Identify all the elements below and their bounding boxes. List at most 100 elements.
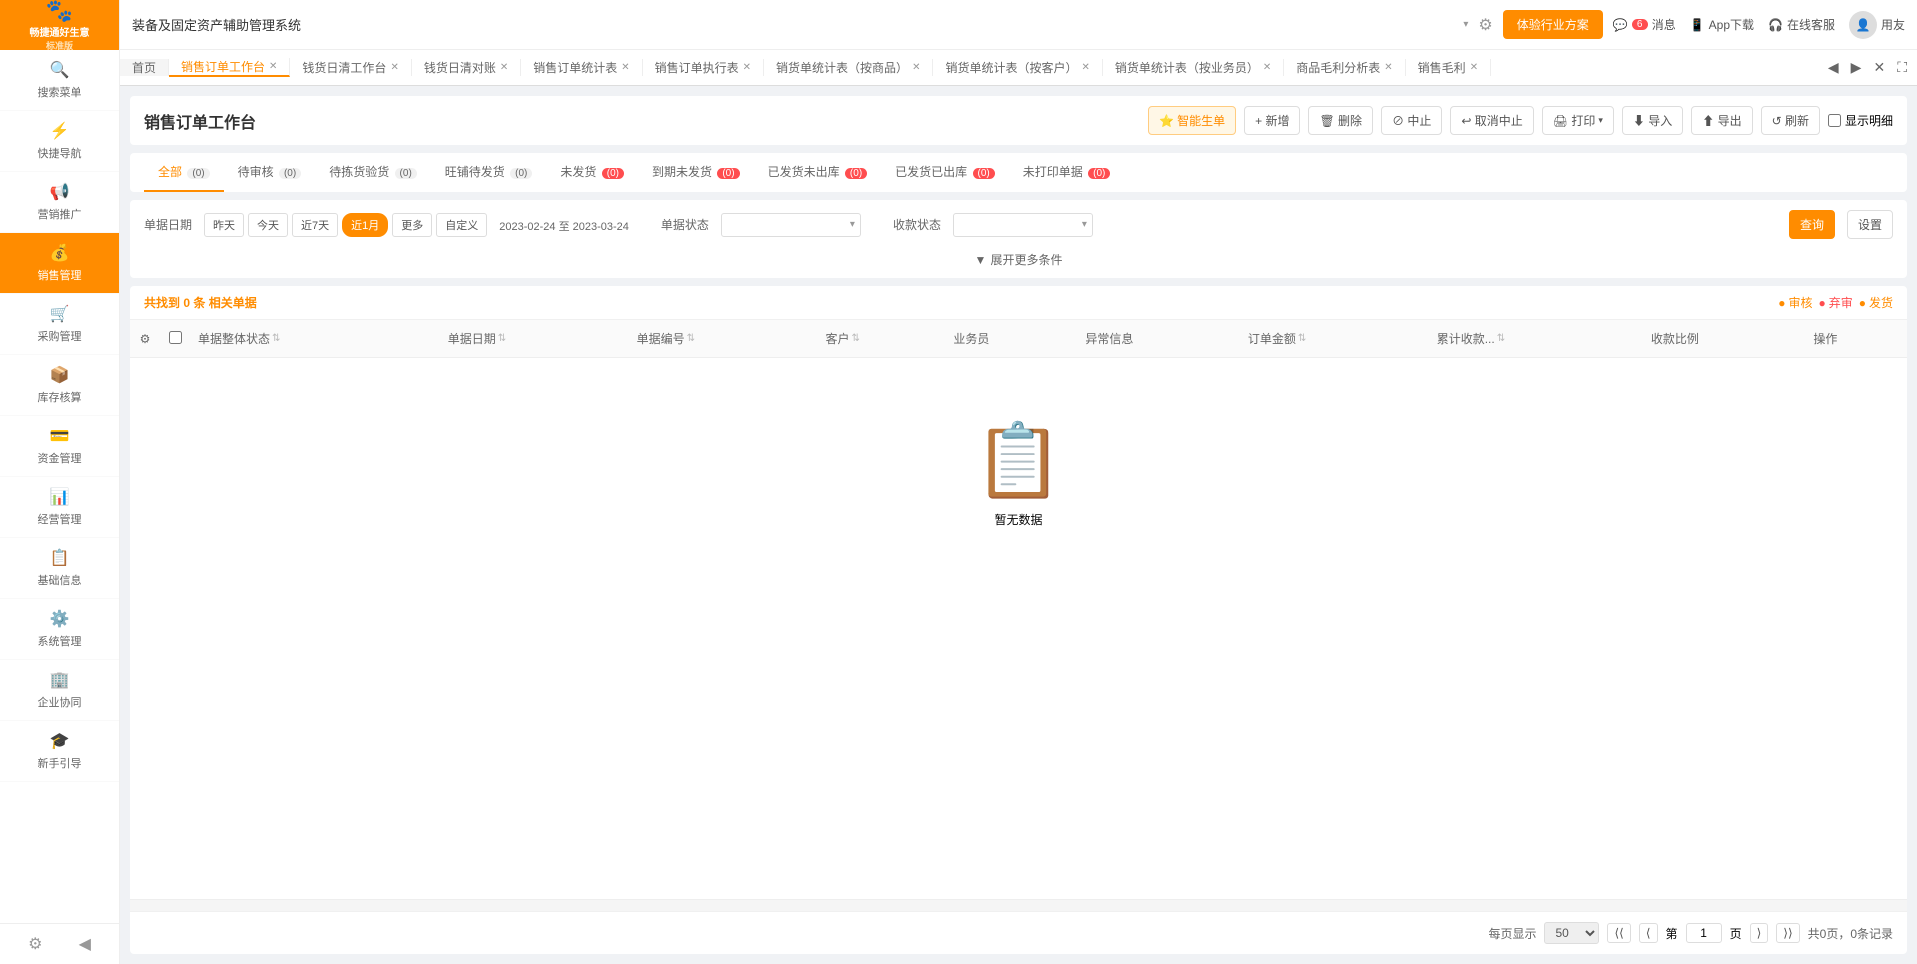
page-of-label: 页 (1730, 925, 1742, 942)
date-btn-自定义[interactable]: 自定义 (436, 213, 487, 237)
import-btn[interactable]: ⬇ 导入 (1622, 106, 1683, 135)
filter-tab-not-printed[interactable]: 未打印单据 (0) (1009, 153, 1125, 192)
user-btn[interactable]: 👤 用友 (1849, 11, 1905, 39)
system-title-dropdown[interactable]: ▾ (1463, 19, 1468, 30)
tab-home[interactable]: 首页 (120, 59, 169, 76)
status-select[interactable] (721, 213, 861, 237)
filter-tab-not-shipped[interactable]: 未发货 (0) (546, 153, 638, 192)
show-detail-label[interactable]: 显示明细 (1828, 112, 1893, 129)
approve-action-btn[interactable]: ● 审核 (1778, 294, 1812, 311)
date-btn-近1月[interactable]: 近1月 (342, 213, 388, 237)
page-prev-btn[interactable]: ⟨ (1639, 923, 1658, 943)
tab-close-sales-gross[interactable]: ✕ (1470, 62, 1478, 73)
tab-sales-gross[interactable]: 销售毛利✕ (1406, 59, 1491, 76)
settings-icon[interactable]: ⚙ (28, 934, 42, 954)
refresh-btn[interactable]: ↺ 刷新 (1761, 106, 1820, 135)
tab-close-sales-workbench[interactable]: ✕ (269, 61, 277, 72)
sidebar-item-sales[interactable]: 💰 销售管理 (0, 233, 119, 294)
filter-tab-pending[interactable]: 待审核 (0) (224, 153, 316, 192)
ship-action-btn[interactable]: ● 发货 (1859, 294, 1893, 311)
query-btn[interactable]: 查询 (1789, 210, 1835, 239)
th-collected-sort-icon[interactable]: ⇅ (1497, 333, 1505, 344)
date-btn-今天[interactable]: 今天 (248, 213, 288, 237)
tab-close-sales-stat-product[interactable]: ✕ (912, 62, 920, 73)
page-last-btn[interactable]: ⟩⟩ (1776, 923, 1799, 943)
tab-sales-stat-customer[interactable]: 销货单统计表（按客户）✕ (933, 59, 1102, 76)
settings-gear-icon[interactable]: ⚙ (1478, 15, 1492, 35)
print-btn[interactable]: 🖨 打印 ▾ (1542, 106, 1614, 135)
tab-close-sales-exec[interactable]: ✕ (743, 62, 751, 73)
page-next-btn[interactable]: ⟩ (1750, 923, 1769, 943)
filter-tab-label-expired-not-ship: 到期未发货 (652, 165, 712, 179)
tab-close-sales-stat-customer[interactable]: ✕ (1081, 62, 1089, 73)
filter-tab-label-pending: 待审核 (238, 165, 274, 179)
sidebar-item-newbie[interactable]: 🎓 新手引导 (0, 721, 119, 782)
message-btn[interactable]: 💬 6 消息 (1613, 16, 1676, 33)
gear-col-icon[interactable]: ⚙ (140, 332, 151, 346)
tab-cash-reconcile[interactable]: 钱货日清对账✕ (412, 59, 521, 76)
tab-close-sales-stat[interactable]: ✕ (621, 62, 629, 73)
tab-expand-btn[interactable]: ⛶ (1893, 57, 1911, 78)
sidebar-item-basic-info[interactable]: 📋 基础信息 (0, 538, 119, 599)
th-customer-sort-icon[interactable]: ⇅ (851, 333, 859, 344)
tab-product-margin[interactable]: 商品毛利分析表✕ (1284, 59, 1405, 76)
sidebar-item-operations[interactable]: 📊 经营管理 (0, 477, 119, 538)
filter-tab-shipped-out[interactable]: 已发货已出库 (0) (881, 153, 1009, 192)
sidebar-item-purchase[interactable]: 🛒 采购管理 (0, 294, 119, 355)
sidebar-item-system[interactable]: ⚙️ 系统管理 (0, 599, 119, 660)
cancel-approve-action-btn[interactable]: ● 弃审 (1818, 294, 1852, 311)
tab-sales-workbench[interactable]: 销售订单工作台✕ (169, 58, 290, 77)
industry-btn[interactable]: 体验行业方案 (1503, 10, 1603, 39)
filter-tab-expired-not-ship[interactable]: 到期未发货 (0) (638, 153, 754, 192)
settings-filter-btn[interactable]: 设置 (1847, 210, 1893, 239)
page-number-input[interactable] (1686, 923, 1722, 943)
th-status-sort-icon[interactable]: ⇅ (272, 333, 280, 344)
th-amount-sort-icon[interactable]: ⇅ (1298, 333, 1306, 344)
payment-select[interactable] (953, 213, 1093, 237)
sidebar-item-search[interactable]: 🔍 搜索菜单 (0, 50, 119, 111)
app-download-btn[interactable]: 📱 App下载 (1690, 16, 1754, 33)
online-service-btn[interactable]: 🎧 在线客服 (1768, 16, 1835, 33)
tab-close-all-btn[interactable]: ✕ (1869, 57, 1889, 78)
tab-close-sales-stat-staff[interactable]: ✕ (1263, 62, 1271, 73)
sidebar-item-inventory[interactable]: 📦 库存核算 (0, 355, 119, 416)
sidebar-item-finance[interactable]: 💳 资金管理 (0, 416, 119, 477)
filter-tab-shipped-not-out[interactable]: 已发货未出库 (0) (754, 153, 882, 192)
date-btn-近7天[interactable]: 近7天 (292, 213, 338, 237)
tab-next-btn[interactable]: ▶ (1847, 57, 1866, 78)
tab-sales-stat-product[interactable]: 销货单统计表（按商品）✕ (764, 59, 933, 76)
sidebar-item-marketing[interactable]: 📢 营销推广 (0, 172, 119, 233)
filter-tab-pending-inspect[interactable]: 待拣货验货 (0) (315, 153, 431, 192)
filter-tab-all[interactable]: 全部 (0) (144, 153, 224, 192)
tab-prev-btn[interactable]: ◀ (1824, 57, 1843, 78)
date-btn-更多[interactable]: 更多 (392, 213, 432, 237)
tab-cash-daily[interactable]: 钱货日清工作台✕ (290, 59, 411, 76)
tab-close-product-margin[interactable]: ✕ (1384, 62, 1392, 73)
tab-close-cash-reconcile[interactable]: ✕ (500, 62, 508, 73)
sidebar-item-enterprise[interactable]: 🏢 企业协同 (0, 660, 119, 721)
th-number-sort-icon[interactable]: ⇅ (687, 333, 695, 344)
date-btn-昨天[interactable]: 昨天 (204, 213, 244, 237)
tab-close-cash-daily[interactable]: ✕ (390, 62, 398, 73)
th-date-sort-icon[interactable]: ⇅ (498, 333, 506, 344)
tab-sales-exec[interactable]: 销售订单执行表✕ (643, 59, 764, 76)
page-size-select[interactable]: 50 20 100 (1544, 922, 1599, 944)
expand-btn[interactable]: ▼ 展开更多条件 (975, 251, 1063, 268)
smart-create-btn[interactable]: ⭐ 智能生单 (1148, 106, 1236, 135)
select-all-checkbox[interactable] (169, 331, 182, 344)
sidebar-item-quick-nav[interactable]: ⚡ 快捷导航 (0, 111, 119, 172)
filter-tab-wangpu-ship[interactable]: 旺铺待发货 (0) (431, 153, 547, 192)
topbar-right: 💬 6 消息 📱 App下载 🎧 在线客服 👤 用友 (1613, 11, 1905, 39)
show-detail-checkbox[interactable] (1828, 114, 1841, 127)
page-first-btn[interactable]: ⟨⟨ (1607, 923, 1630, 943)
collapse-icon[interactable]: ◀ (79, 934, 91, 954)
tab-sales-stat[interactable]: 销售订单统计表✕ (521, 59, 642, 76)
suspend-btn[interactable]: ⊘ 中止 (1381, 106, 1442, 135)
tab-sales-stat-staff[interactable]: 销货单统计表（按业务员）✕ (1103, 59, 1284, 76)
horizontal-scrollbar[interactable] (130, 899, 1907, 911)
cancel-suspend-btn[interactable]: ↩ 取消中止 (1450, 106, 1533, 135)
add-btn[interactable]: + 新增 (1244, 106, 1300, 135)
tab-nav-btns: ◀ ▶ ✕ ⛶ (1818, 57, 1917, 78)
export-btn[interactable]: ⬆ 导出 (1691, 106, 1752, 135)
delete-btn[interactable]: 🗑 删除 (1308, 106, 1373, 135)
